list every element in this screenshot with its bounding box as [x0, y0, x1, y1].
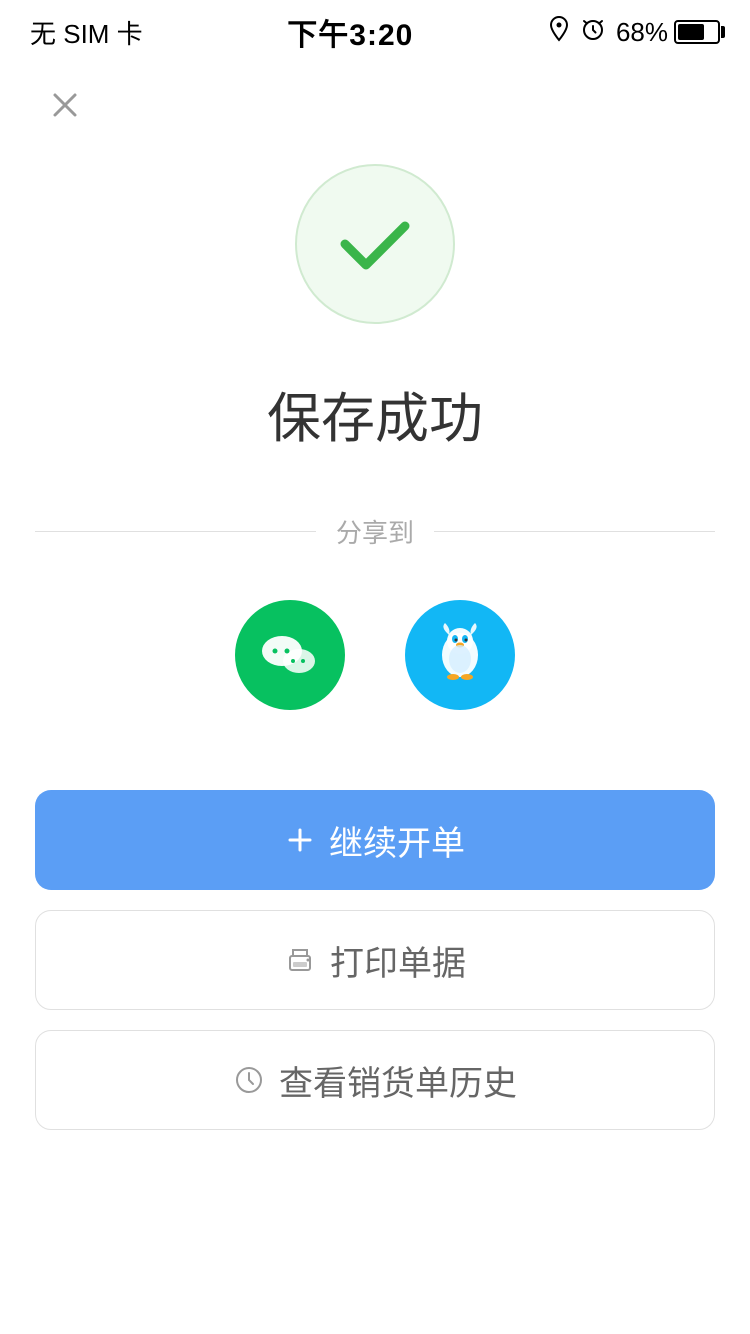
location-icon	[548, 16, 570, 49]
battery: 68%	[616, 17, 720, 48]
share-label: 分享到	[336, 513, 414, 550]
battery-fill	[678, 24, 704, 40]
wechat-share-button[interactable]	[235, 600, 345, 710]
status-right: 68%	[548, 16, 720, 49]
wechat-icon	[257, 625, 323, 685]
history-button[interactable]: 查看销货单历史	[35, 1030, 715, 1130]
success-title: 保存成功	[267, 374, 483, 453]
share-icons	[235, 600, 515, 710]
print-button[interactable]: 打印单据	[35, 910, 715, 1010]
qq-icon	[429, 621, 491, 689]
plus-icon	[285, 825, 315, 855]
action-buttons: 继续开单 打印单据 查看销货单历史	[35, 790, 715, 1130]
printer-icon	[284, 944, 316, 976]
share-divider: 分享到	[35, 513, 715, 550]
status-bar: 无 SIM 卡 下午3:20 68%	[0, 0, 750, 64]
print-label: 打印单据	[330, 936, 466, 985]
continue-label: 继续开单	[329, 816, 465, 865]
success-circle	[295, 164, 455, 324]
close-button[interactable]	[40, 80, 90, 130]
status-left: 无 SIM 卡	[30, 14, 153, 51]
battery-icon	[674, 20, 720, 44]
divider-line-right	[434, 531, 715, 532]
checkmark-icon	[330, 199, 420, 289]
qq-share-button[interactable]	[405, 600, 515, 710]
status-time: 下午3:20	[287, 10, 413, 54]
carrier-text: 无 SIM 卡	[30, 14, 143, 51]
continue-button[interactable]: 继续开单	[35, 790, 715, 890]
history-label: 查看销货单历史	[279, 1056, 517, 1105]
battery-percent: 68%	[616, 17, 668, 48]
alarm-icon	[580, 16, 606, 49]
clock-icon	[233, 1064, 265, 1096]
main-content: 保存成功 分享到	[0, 64, 750, 1150]
divider-line-left	[35, 531, 316, 532]
